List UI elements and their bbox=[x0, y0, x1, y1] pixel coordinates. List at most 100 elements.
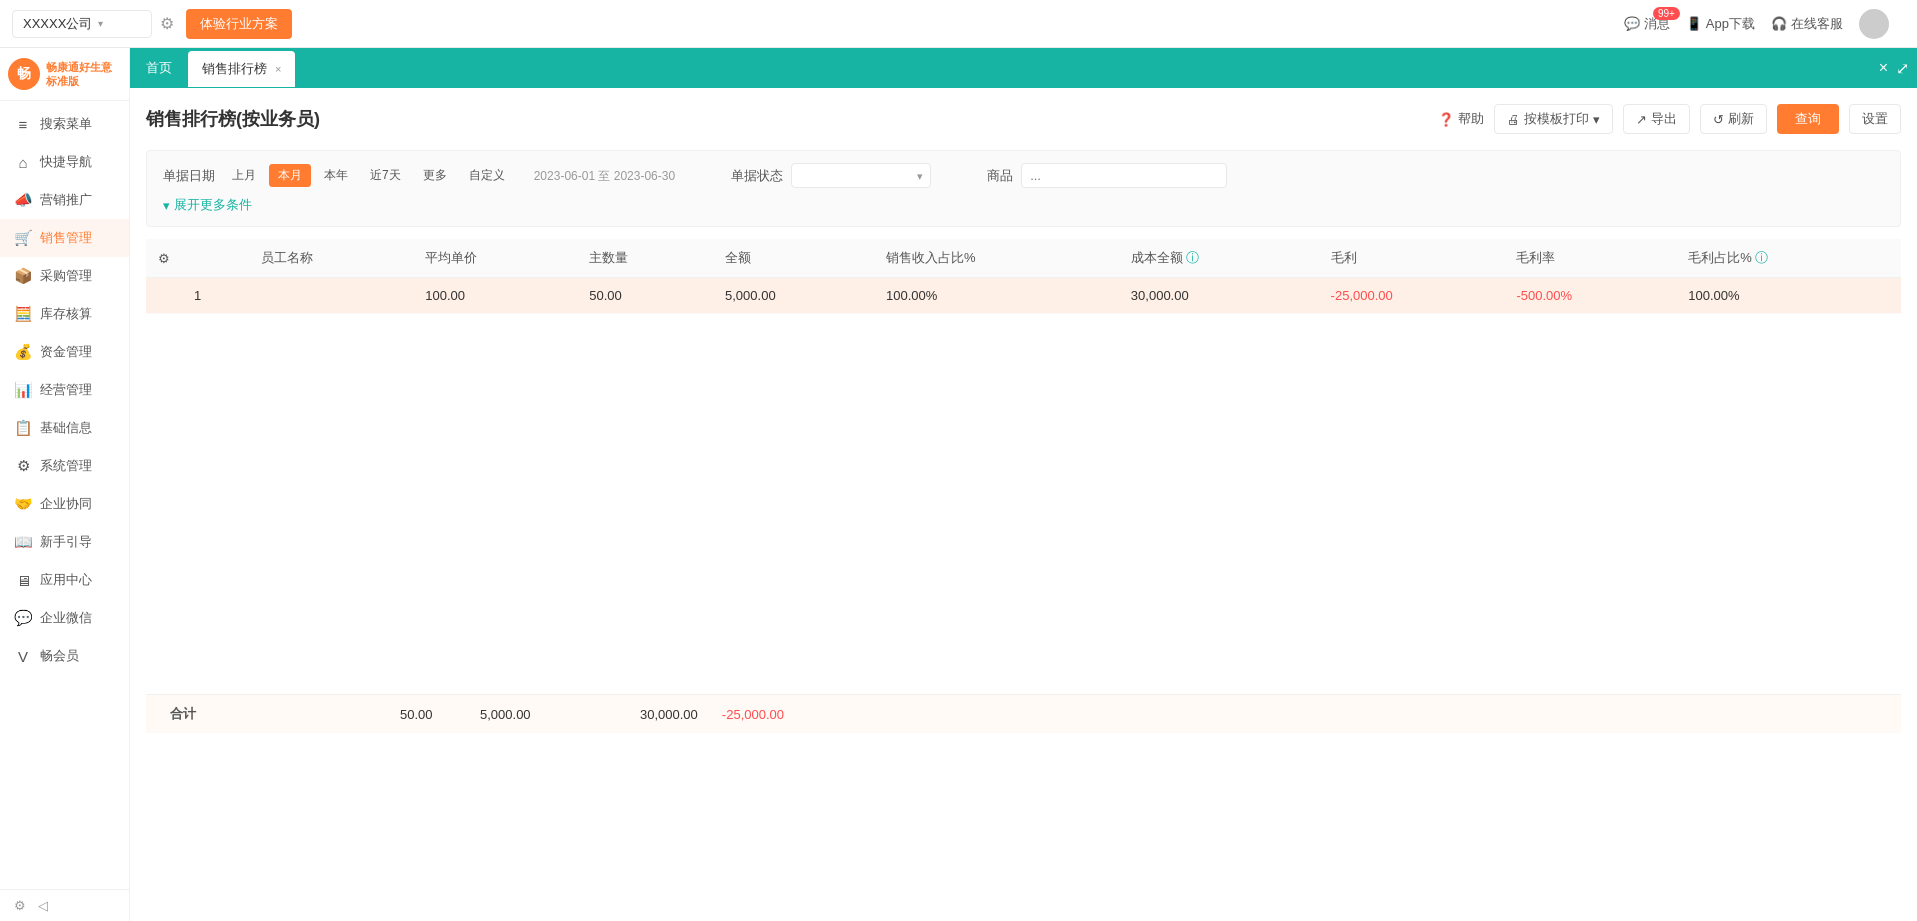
content-body: 销售排行榜(按业务员) ❓ 帮助 🖨 按模板打印 ▾ ↗ bbox=[130, 88, 1917, 921]
table-footer: 合计 50.00 5,000.00 30,000.00 -25,000.00 bbox=[146, 694, 1901, 733]
close-window-icon[interactable]: × bbox=[1879, 59, 1888, 77]
sidebar-item-label: 快捷导航 bbox=[40, 153, 92, 171]
footer-gross-profit: -25,000.00 bbox=[710, 707, 796, 722]
sidebar-item-finance[interactable]: 💰 资金管理 bbox=[0, 333, 129, 371]
sidebar-item-operations[interactable]: 📊 经营管理 bbox=[0, 371, 129, 409]
status-filter: 单据状态 bbox=[731, 163, 931, 188]
collab-icon: 🤝 bbox=[14, 495, 32, 513]
refresh-icon: ↺ bbox=[1713, 112, 1724, 127]
sidebar-item-label: 销售管理 bbox=[40, 229, 92, 247]
goods-input[interactable] bbox=[1021, 163, 1227, 188]
page-actions: ❓ 帮助 🖨 按模板打印 ▾ ↗ 导出 ↺ bbox=[1438, 104, 1901, 134]
trial-button[interactable]: 体验行业方案 bbox=[186, 9, 292, 39]
sidebar-item-inventory[interactable]: 🧮 库存核算 bbox=[0, 295, 129, 333]
template-print-button[interactable]: 🖨 按模板打印 ▾ bbox=[1494, 104, 1613, 134]
message-button[interactable]: 💬 消息 99+ bbox=[1624, 15, 1670, 33]
sidebar-item-label: 营销推广 bbox=[40, 191, 92, 209]
sidebar-item-label: 畅会员 bbox=[40, 647, 79, 665]
online-service-button[interactable]: 🎧 在线客服 bbox=[1771, 15, 1843, 33]
col-avg-price: 平均单价 bbox=[413, 239, 577, 278]
sidebar-item-app-center[interactable]: 🖥 应用中心 bbox=[0, 561, 129, 599]
row-gross-pct: 100.00% bbox=[1676, 278, 1901, 314]
query-button[interactable]: 查询 bbox=[1777, 104, 1839, 134]
sidebar-item-label: 采购管理 bbox=[40, 267, 92, 285]
chevron-down-icon: ▾ bbox=[163, 198, 170, 213]
date-filter: 单据日期 上月 本月 本年 近7天 更多 自定义 bbox=[163, 164, 514, 187]
help-link[interactable]: ❓ 帮助 bbox=[1438, 110, 1484, 128]
date-tab-custom[interactable]: 自定义 bbox=[460, 164, 514, 187]
message-icon: 💬 bbox=[1624, 16, 1640, 31]
date-tab-more[interactable]: 更多 bbox=[414, 164, 456, 187]
footer-amount: 5,000.00 bbox=[468, 707, 548, 722]
app-download-button[interactable]: 📱 App下载 bbox=[1686, 15, 1755, 33]
sidebar-item-label: 应用中心 bbox=[40, 571, 92, 589]
sidebar-logo: 畅 畅康通好生意 标准版 bbox=[0, 48, 129, 101]
sidebar-item-enterprise-collab[interactable]: 🤝 企业协同 bbox=[0, 485, 129, 523]
tab-label: 销售排行榜 bbox=[202, 60, 267, 78]
maximize-window-icon[interactable]: ⤢ bbox=[1896, 59, 1909, 78]
sidebar-item-enterprise-wechat[interactable]: 💬 企业微信 bbox=[0, 599, 129, 637]
settings-button[interactable]: 设置 bbox=[1849, 104, 1901, 134]
sales-ranking-table: ⚙ 员工名称 平均单价 主数量 全额 销售收入占比% 成本全额 ⓘ 毛利 bbox=[146, 239, 1901, 314]
wechat-icon: 💬 bbox=[14, 609, 32, 627]
print-icon: 🖨 bbox=[1507, 112, 1520, 127]
purchase-icon: 📦 bbox=[14, 267, 32, 285]
date-tab-current-month[interactable]: 本月 bbox=[269, 164, 311, 187]
sidebar-item-sales[interactable]: 🛒 销售管理 bbox=[0, 219, 129, 257]
message-badge: 99+ bbox=[1653, 7, 1680, 20]
col-amount: 全额 bbox=[713, 239, 874, 278]
sidebar-item-label: 资金管理 bbox=[40, 343, 92, 361]
tab-home[interactable]: 首页 bbox=[130, 48, 188, 88]
status-select[interactable] bbox=[791, 163, 931, 188]
settings-bottom-icon: ⚙ bbox=[14, 898, 26, 913]
sidebar-item-guide[interactable]: 📖 新手引导 bbox=[0, 523, 129, 561]
sidebar-item-purchase[interactable]: 📦 采购管理 bbox=[0, 257, 129, 295]
tab-close-icon[interactable]: × bbox=[275, 63, 281, 75]
export-icon: ↗ bbox=[1636, 112, 1647, 127]
avatar[interactable] bbox=[1859, 9, 1889, 39]
row-qty: 50.00 bbox=[577, 278, 713, 314]
export-button[interactable]: ↗ 导出 bbox=[1623, 104, 1690, 134]
sidebar-item-quick-nav[interactable]: ⌂ 快捷导航 bbox=[0, 143, 129, 181]
gross-pct-info-icon[interactable]: ⓘ bbox=[1755, 250, 1768, 265]
sidebar-item-label: 经营管理 bbox=[40, 381, 92, 399]
sidebar-item-system[interactable]: ⚙ 系统管理 bbox=[0, 447, 129, 485]
tab-sales-ranking[interactable]: 销售排行榜 × bbox=[188, 51, 295, 87]
date-tab-7days[interactable]: 近7天 bbox=[361, 164, 410, 187]
sidebar-item-marketing[interactable]: 📣 营销推广 bbox=[0, 181, 129, 219]
goods-filter-label: 商品 bbox=[987, 167, 1013, 185]
inventory-icon: 🧮 bbox=[14, 305, 32, 323]
col-gross-pct: 毛利占比% ⓘ bbox=[1676, 239, 1901, 278]
filter-bar: 单据日期 上月 本月 本年 近7天 更多 自定义 2023-06-0 bbox=[146, 150, 1901, 227]
operations-icon: 📊 bbox=[14, 381, 32, 399]
collapse-icon: ◁ bbox=[38, 898, 48, 913]
col-employee: 员工名称 bbox=[249, 239, 413, 278]
footer-label: 合计 bbox=[158, 705, 238, 723]
marketing-icon: 📣 bbox=[14, 191, 32, 209]
sidebar-bottom[interactable]: ⚙ ◁ bbox=[0, 889, 129, 921]
sidebar-item-search[interactable]: ≡ 搜索菜单 bbox=[0, 105, 129, 143]
chevron-down-icon: ▾ bbox=[98, 18, 103, 29]
col-sales-pct: 销售收入占比% bbox=[874, 239, 1119, 278]
date-tab-prev-month[interactable]: 上月 bbox=[223, 164, 265, 187]
sidebar-item-label: 库存核算 bbox=[40, 305, 92, 323]
page-title: 销售排行榜(按业务员) bbox=[146, 107, 320, 131]
date-range-text: 2023-06-01 至 2023-06-30 bbox=[534, 168, 675, 185]
col-settings[interactable]: ⚙ bbox=[146, 239, 182, 278]
sidebar-item-member[interactable]: V 畅会员 bbox=[0, 637, 129, 675]
company-selector[interactable]: XXXXX公司 ▾ bbox=[12, 10, 152, 38]
date-tabs: 上月 本月 本年 近7天 更多 自定义 bbox=[223, 164, 514, 187]
status-filter-label: 单据状态 bbox=[731, 167, 783, 185]
settings-icon-btn[interactable]: ⚙ bbox=[160, 14, 174, 33]
date-filter-label: 单据日期 bbox=[163, 167, 215, 185]
sidebar-nav: ≡ 搜索菜单 ⌂ 快捷导航 📣 营销推广 🛒 销售管理 📦 采购管理 bbox=[0, 101, 129, 889]
refresh-button[interactable]: ↺ 刷新 bbox=[1700, 104, 1767, 134]
footer-cost: 30,000.00 bbox=[628, 707, 710, 722]
date-tab-current-year[interactable]: 本年 bbox=[315, 164, 357, 187]
basics-icon: 📋 bbox=[14, 419, 32, 437]
row-avg-price: 100.00 bbox=[413, 278, 577, 314]
cost-info-icon[interactable]: ⓘ bbox=[1186, 250, 1199, 265]
expand-conditions-button[interactable]: ▾ 展开更多条件 bbox=[163, 196, 1884, 214]
logo-text: 畅康通好生意 标准版 bbox=[46, 60, 112, 89]
sidebar-item-basics[interactable]: 📋 基础信息 bbox=[0, 409, 129, 447]
